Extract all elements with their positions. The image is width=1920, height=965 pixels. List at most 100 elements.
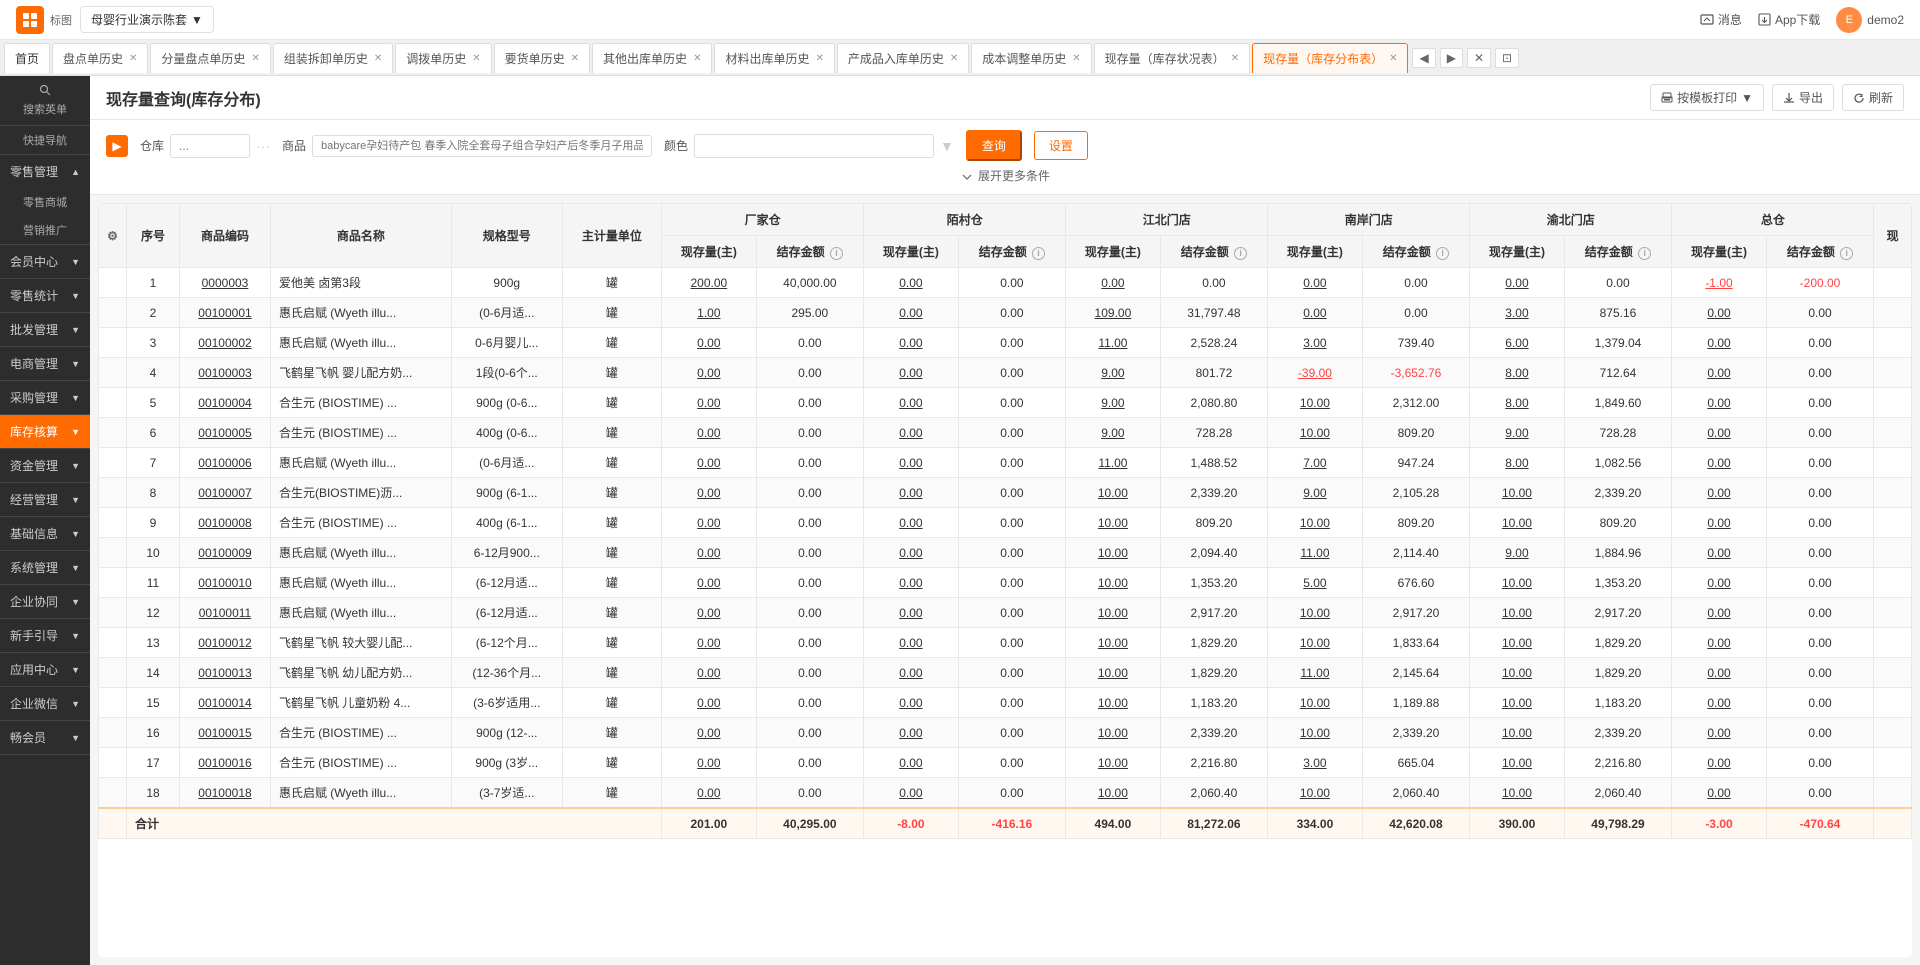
sidebar-section-basic-title[interactable]: 基础信息 ▼ bbox=[0, 517, 90, 550]
table-cell[interactable]: 0.00 bbox=[662, 508, 756, 538]
sidebar-section-system-title[interactable]: 系统管理 ▼ bbox=[0, 551, 90, 584]
table-cell[interactable]: 10.00 bbox=[1066, 658, 1160, 688]
table-cell[interactable]: 10.00 bbox=[1268, 508, 1362, 538]
sidebar-section-guide-title[interactable]: 新手引导 ▼ bbox=[0, 619, 90, 652]
refresh-btn[interactable]: 刷新 bbox=[1842, 84, 1904, 111]
table-cell[interactable]: 0.00 bbox=[864, 478, 958, 508]
table-cell[interactable]: 8.00 bbox=[1470, 388, 1564, 418]
table-cell[interactable]: 0.00 bbox=[1672, 778, 1766, 809]
table-cell[interactable]: 0.00 bbox=[662, 388, 756, 418]
table-cell[interactable]: 10.00 bbox=[1066, 688, 1160, 718]
tab-4[interactable]: 调拨单历史 ✕ bbox=[395, 43, 491, 73]
table-cell[interactable]: 0.00 bbox=[1672, 568, 1766, 598]
table-cell[interactable]: 9.00 bbox=[1066, 358, 1160, 388]
table-cell[interactable]: 0.00 bbox=[662, 778, 756, 809]
table-cell[interactable]: 8.00 bbox=[1470, 358, 1564, 388]
table-cell[interactable]: 0.00 bbox=[662, 358, 756, 388]
tab-close-5[interactable]: ✕ bbox=[571, 53, 579, 64]
sidebar-section-collab-title[interactable]: 企业协同 ▼ bbox=[0, 585, 90, 618]
table-cell[interactable]: 0.00 bbox=[1672, 658, 1766, 688]
table-cell[interactable]: 00100012 bbox=[180, 628, 271, 658]
tab-close-6[interactable]: ✕ bbox=[693, 53, 701, 64]
tab-3[interactable]: 组装拆卸单历史 ✕ bbox=[273, 43, 393, 73]
message-btn[interactable]: 消息 bbox=[1700, 11, 1742, 28]
table-cell[interactable]: 0.00 bbox=[1672, 718, 1766, 748]
sidebar-section-inventory-title[interactable]: 库存核算 ▼ bbox=[0, 415, 90, 448]
table-cell[interactable]: 0.00 bbox=[662, 478, 756, 508]
product-input[interactable] bbox=[312, 135, 652, 157]
table-cell[interactable]: 3.00 bbox=[1470, 298, 1564, 328]
warehouse-clear-icon[interactable]: ··· bbox=[256, 138, 270, 154]
table-cell[interactable]: 3.00 bbox=[1268, 328, 1362, 358]
info-icon-2[interactable]: i bbox=[1032, 247, 1045, 260]
table-cell[interactable]: 11.00 bbox=[1268, 538, 1362, 568]
table-cell[interactable]: 00100013 bbox=[180, 658, 271, 688]
color-dropdown-icon[interactable]: ▼ bbox=[940, 138, 954, 154]
table-cell[interactable]: 0.00 bbox=[864, 538, 958, 568]
settings-icon[interactable]: ⚙ bbox=[107, 229, 118, 243]
table-cell[interactable]: 00100008 bbox=[180, 508, 271, 538]
tab-7[interactable]: 材料出库单历史 ✕ bbox=[714, 43, 834, 73]
table-cell[interactable]: 109.00 bbox=[1066, 298, 1160, 328]
table-cell[interactable]: 0.00 bbox=[864, 508, 958, 538]
table-cell[interactable]: 0.00 bbox=[864, 328, 958, 358]
tab-prev-btn[interactable]: ◀ bbox=[1412, 48, 1435, 68]
table-cell[interactable]: 0.00 bbox=[662, 538, 756, 568]
tab-9[interactable]: 成本调整单历史 ✕ bbox=[971, 43, 1091, 73]
tab-2[interactable]: 分量盘点单历史 ✕ bbox=[150, 43, 270, 73]
table-cell[interactable]: 9.00 bbox=[1470, 418, 1564, 448]
table-cell[interactable]: 10.00 bbox=[1268, 718, 1362, 748]
industry-selector[interactable]: 母婴行业演示陈套 ▼ bbox=[80, 6, 214, 33]
table-cell[interactable]: 00100009 bbox=[180, 538, 271, 568]
table-cell[interactable]: 9.00 bbox=[1470, 538, 1564, 568]
table-cell[interactable]: 0.00 bbox=[1672, 388, 1766, 418]
tab-close-all-btn[interactable]: ✕ bbox=[1467, 48, 1491, 68]
table-cell[interactable]: 00100011 bbox=[180, 598, 271, 628]
table-cell[interactable]: 0.00 bbox=[662, 568, 756, 598]
table-cell[interactable]: 0.00 bbox=[864, 688, 958, 718]
sidebar-section-retail-stat-title[interactable]: 零售统计 ▼ bbox=[0, 279, 90, 312]
tab-home[interactable]: 首页 bbox=[4, 43, 50, 73]
tab-expand-btn[interactable]: ⊡ bbox=[1495, 48, 1519, 68]
filter-collapse-btn[interactable]: ▶ bbox=[106, 135, 128, 157]
table-cell[interactable]: 0.00 bbox=[1672, 418, 1766, 448]
table-cell[interactable]: 10.00 bbox=[1470, 598, 1564, 628]
warehouse-input[interactable] bbox=[170, 134, 250, 158]
table-cell[interactable]: 10.00 bbox=[1066, 568, 1160, 598]
table-cell[interactable]: 0.00 bbox=[1672, 538, 1766, 568]
table-cell[interactable]: 0.00 bbox=[662, 748, 756, 778]
sidebar-item-mall[interactable]: 零售商城 bbox=[0, 188, 90, 216]
sidebar-quick-nav[interactable]: 快捷导航 bbox=[0, 126, 90, 155]
table-cell[interactable]: 0.00 bbox=[1672, 478, 1766, 508]
table-cell[interactable]: 0.00 bbox=[1672, 508, 1766, 538]
table-cell[interactable]: -39.00 bbox=[1268, 358, 1362, 388]
tab-8[interactable]: 产成品入库单历史 ✕ bbox=[837, 43, 969, 73]
table-cell[interactable]: 10.00 bbox=[1470, 718, 1564, 748]
table-cell[interactable]: 00100010 bbox=[180, 568, 271, 598]
table-cell[interactable]: 00100015 bbox=[180, 718, 271, 748]
user-info[interactable]: E demo2 bbox=[1836, 7, 1904, 33]
table-cell[interactable]: 10.00 bbox=[1066, 628, 1160, 658]
table-cell[interactable]: 0.00 bbox=[864, 748, 958, 778]
tab-1[interactable]: 盘点单历史 ✕ bbox=[52, 43, 148, 73]
tab-6[interactable]: 其他出库单历史 ✕ bbox=[592, 43, 712, 73]
sidebar-section-operations-title[interactable]: 经营管理 ▼ bbox=[0, 483, 90, 516]
table-cell[interactable]: 00100004 bbox=[180, 388, 271, 418]
table-cell[interactable]: 0.00 bbox=[864, 358, 958, 388]
tab-close-11[interactable]: ✕ bbox=[1389, 53, 1397, 64]
table-cell[interactable]: 0.00 bbox=[864, 298, 958, 328]
table-cell[interactable]: 0.00 bbox=[1672, 598, 1766, 628]
table-cell[interactable]: 11.00 bbox=[1066, 328, 1160, 358]
table-cell[interactable]: 10.00 bbox=[1470, 628, 1564, 658]
tab-10[interactable]: 现存量（库存状况表） ✕ bbox=[1094, 43, 1250, 73]
sidebar-section-finance-title[interactable]: 资金管理 ▼ bbox=[0, 449, 90, 482]
tab-close-8[interactable]: ✕ bbox=[950, 53, 958, 64]
table-cell[interactable]: 3.00 bbox=[1268, 748, 1362, 778]
table-cell[interactable]: 10.00 bbox=[1066, 718, 1160, 748]
tab-5[interactable]: 要货单历史 ✕ bbox=[494, 43, 590, 73]
sidebar-section-wechat-title[interactable]: 企业微信 ▼ bbox=[0, 687, 90, 720]
table-cell[interactable]: 00100002 bbox=[180, 328, 271, 358]
table-cell[interactable]: 10.00 bbox=[1470, 478, 1564, 508]
table-cell[interactable]: 00100007 bbox=[180, 478, 271, 508]
info-icon-5[interactable]: i bbox=[1638, 247, 1651, 260]
